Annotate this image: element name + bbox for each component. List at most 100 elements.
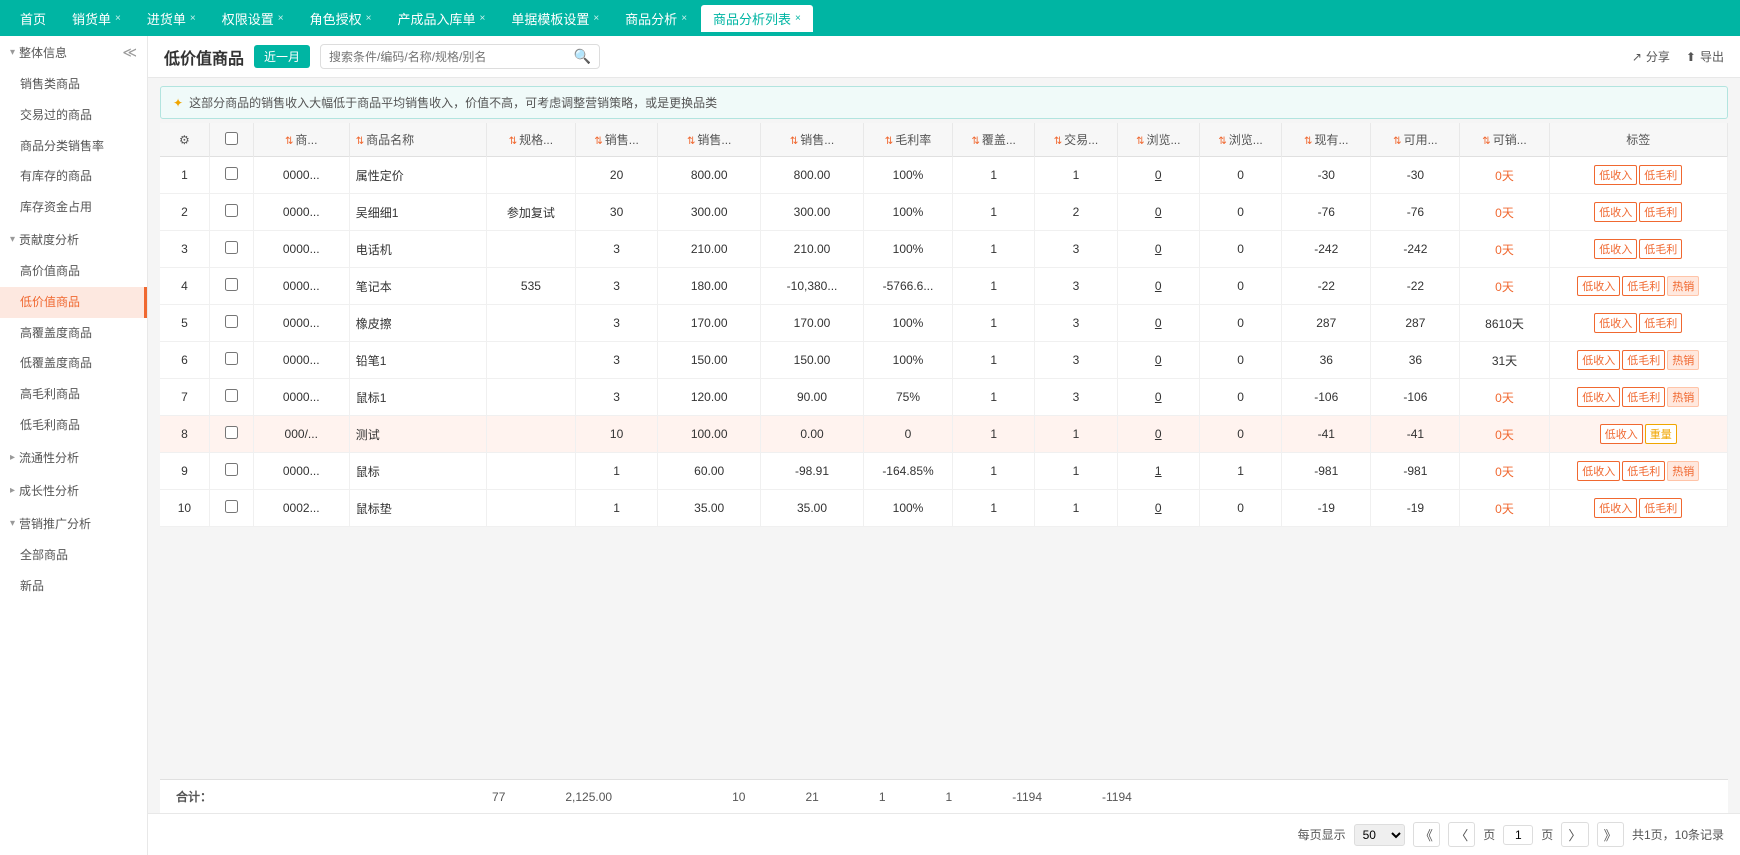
row-checkbox[interactable] — [225, 315, 238, 328]
nav-product-analysis[interactable]: 商品分析 × — [613, 5, 699, 32]
row-trade: 1 — [1035, 490, 1117, 527]
row-sales3: -98.91 — [761, 453, 864, 490]
nav-close-product-stock[interactable]: × — [479, 13, 485, 24]
row-spec — [486, 379, 575, 416]
nav-permission[interactable]: 权限设置 × — [210, 5, 296, 32]
search-input[interactable] — [329, 50, 568, 64]
nav-close-analysis-list[interactable]: × — [795, 13, 801, 24]
row-amt: 210.00 — [658, 231, 761, 268]
table-row: 3 0000... 电话机 3 210.00 210.00 100% 1 3 0… — [160, 231, 1728, 268]
share-button[interactable]: ↗ 分享 — [1632, 48, 1670, 65]
sidebar-item-low-margin[interactable]: 低毛利商品 — [0, 410, 147, 441]
row-cover: 1 — [953, 194, 1035, 231]
sidebar-item-inventory-capital[interactable]: 库存资金占用 — [0, 192, 147, 223]
row-num: 3 — [160, 231, 209, 268]
product-tag: 低毛利 — [1639, 165, 1682, 185]
prev-page-button[interactable]: 〈 — [1448, 822, 1475, 847]
product-tag: 低收入 — [1594, 202, 1637, 222]
page-header: 低价值商品 近一月 🔍 ↗ 分享 ⬆ 导出 — [148, 36, 1740, 78]
row-tags: 低收入低毛利热销 — [1549, 453, 1727, 490]
nav-home[interactable]: 首页 — [8, 5, 58, 32]
nav-product-analysis-list[interactable]: 商品分析列表 × — [701, 5, 813, 32]
row-stock2: -41 — [1371, 416, 1460, 453]
row-stock2: 36 — [1371, 342, 1460, 379]
search-icon[interactable]: 🔍 — [574, 48, 591, 65]
row-gross: -164.85% — [863, 453, 952, 490]
row-sales3: 35.00 — [761, 490, 864, 527]
row-checkbox[interactable] — [225, 278, 238, 291]
time-filter-button[interactable]: 近一月 — [254, 45, 310, 68]
nav-close-analysis[interactable]: × — [681, 13, 687, 24]
row-days: 0天 — [1460, 490, 1549, 527]
first-page-button[interactable]: 《 — [1413, 822, 1440, 847]
sidebar-item-sales-goods[interactable]: 销售类商品 — [0, 69, 147, 100]
sidebar-item-low-coverage[interactable]: 低覆盖度商品 — [0, 348, 147, 379]
total-amt: 2,125.00 — [565, 790, 612, 804]
row-checkbox[interactable] — [225, 352, 238, 365]
nav-close-template[interactable]: × — [593, 13, 599, 24]
row-stock2: -76 — [1371, 194, 1460, 231]
sidebar-collapse-btn[interactable]: ≪ — [122, 44, 137, 61]
nav-close-sales-order[interactable]: × — [115, 13, 121, 24]
sidebar-item-category-rate[interactable]: 商品分类销售率 — [0, 131, 147, 162]
row-stock2: -106 — [1371, 379, 1460, 416]
star-icon: ✦ — [173, 96, 183, 110]
sidebar-item-all-goods[interactable]: 全部商品 — [0, 540, 147, 571]
row-trade: 3 — [1035, 342, 1117, 379]
row-browse2: 0 — [1199, 342, 1281, 379]
row-sales3: 800.00 — [761, 157, 864, 194]
chevron-right-icon-2: ▸ — [10, 485, 15, 496]
row-stock1: -242 — [1282, 231, 1371, 268]
row-tags: 低收入低毛利 — [1549, 305, 1727, 342]
row-checkbox[interactable] — [225, 389, 238, 402]
row-tags: 低收入低毛利热销 — [1549, 342, 1727, 379]
row-checkbox[interactable] — [225, 204, 238, 217]
nav-template[interactable]: 单据模板设置 × — [499, 5, 611, 32]
select-all-checkbox[interactable] — [225, 132, 238, 145]
sidebar-item-low-value[interactable]: 低价值商品 — [0, 287, 147, 318]
export-button[interactable]: ⬆ 导出 — [1686, 48, 1724, 65]
settings-header[interactable]: ⚙ — [160, 123, 209, 157]
row-checkbox[interactable] — [225, 463, 238, 476]
sidebar-item-high-margin[interactable]: 高毛利商品 — [0, 379, 147, 410]
per-page-select[interactable]: 50 100 200 — [1354, 824, 1405, 846]
next-page-button[interactable]: 〉 — [1561, 822, 1588, 847]
sidebar-section-marketing[interactable]: ▾ 营销推广分析 — [0, 507, 147, 540]
nav-purchase[interactable]: 进货单 × — [135, 5, 208, 32]
row-browse2: 1 — [1199, 453, 1281, 490]
row-code: 0000... — [253, 157, 349, 194]
row-checkbox[interactable] — [225, 426, 238, 439]
nav-close-purchase[interactable]: × — [190, 13, 196, 24]
nav-role[interactable]: 角色授权 × — [298, 5, 384, 32]
last-page-button[interactable]: 》 — [1597, 822, 1624, 847]
row-browse1: 0 — [1117, 268, 1199, 305]
page-number-input[interactable] — [1503, 825, 1533, 845]
row-checkbox[interactable] — [225, 167, 238, 180]
row-checkbox[interactable] — [225, 500, 238, 513]
nav-product-stock[interactable]: 产成品入库单 × — [385, 5, 497, 32]
sidebar-section-overall[interactable]: ▾ 整体信息 ≪ — [0, 36, 147, 69]
row-gross: 100% — [863, 305, 952, 342]
nav-sales-order[interactable]: 销货单 × — [60, 5, 133, 32]
sidebar-section-contribution[interactable]: ▾ 贡献度分析 — [0, 223, 147, 256]
col-header-stock1: ⇅现有... — [1282, 123, 1371, 157]
sidebar-item-inventory-goods[interactable]: 有库存的商品 — [0, 161, 147, 192]
sidebar-item-high-value[interactable]: 高价值商品 — [0, 256, 147, 287]
nav-close-role[interactable]: × — [366, 13, 372, 24]
col-header-code: ⇅商... — [253, 123, 349, 157]
sidebar-item-new-goods[interactable]: 新品 — [0, 571, 147, 602]
row-checkbox[interactable] — [225, 241, 238, 254]
product-tag: 低毛利 — [1622, 387, 1665, 407]
row-qty: 1 — [575, 453, 657, 490]
sidebar-section-liquidity[interactable]: ▸ 流通性分析 — [0, 441, 147, 474]
col-header-spec: ⇅规格... — [486, 123, 575, 157]
row-qty: 3 — [575, 305, 657, 342]
row-name: 电话机 — [349, 231, 486, 268]
row-amt: 800.00 — [658, 157, 761, 194]
nav-close-permission[interactable]: × — [278, 13, 284, 24]
search-box: 🔍 — [320, 44, 600, 69]
sidebar-item-traded-goods[interactable]: 交易过的商品 — [0, 100, 147, 131]
sidebar-item-high-coverage[interactable]: 高覆盖度商品 — [0, 318, 147, 349]
row-num: 10 — [160, 490, 209, 527]
sidebar-section-growth[interactable]: ▸ 成长性分析 — [0, 474, 147, 507]
